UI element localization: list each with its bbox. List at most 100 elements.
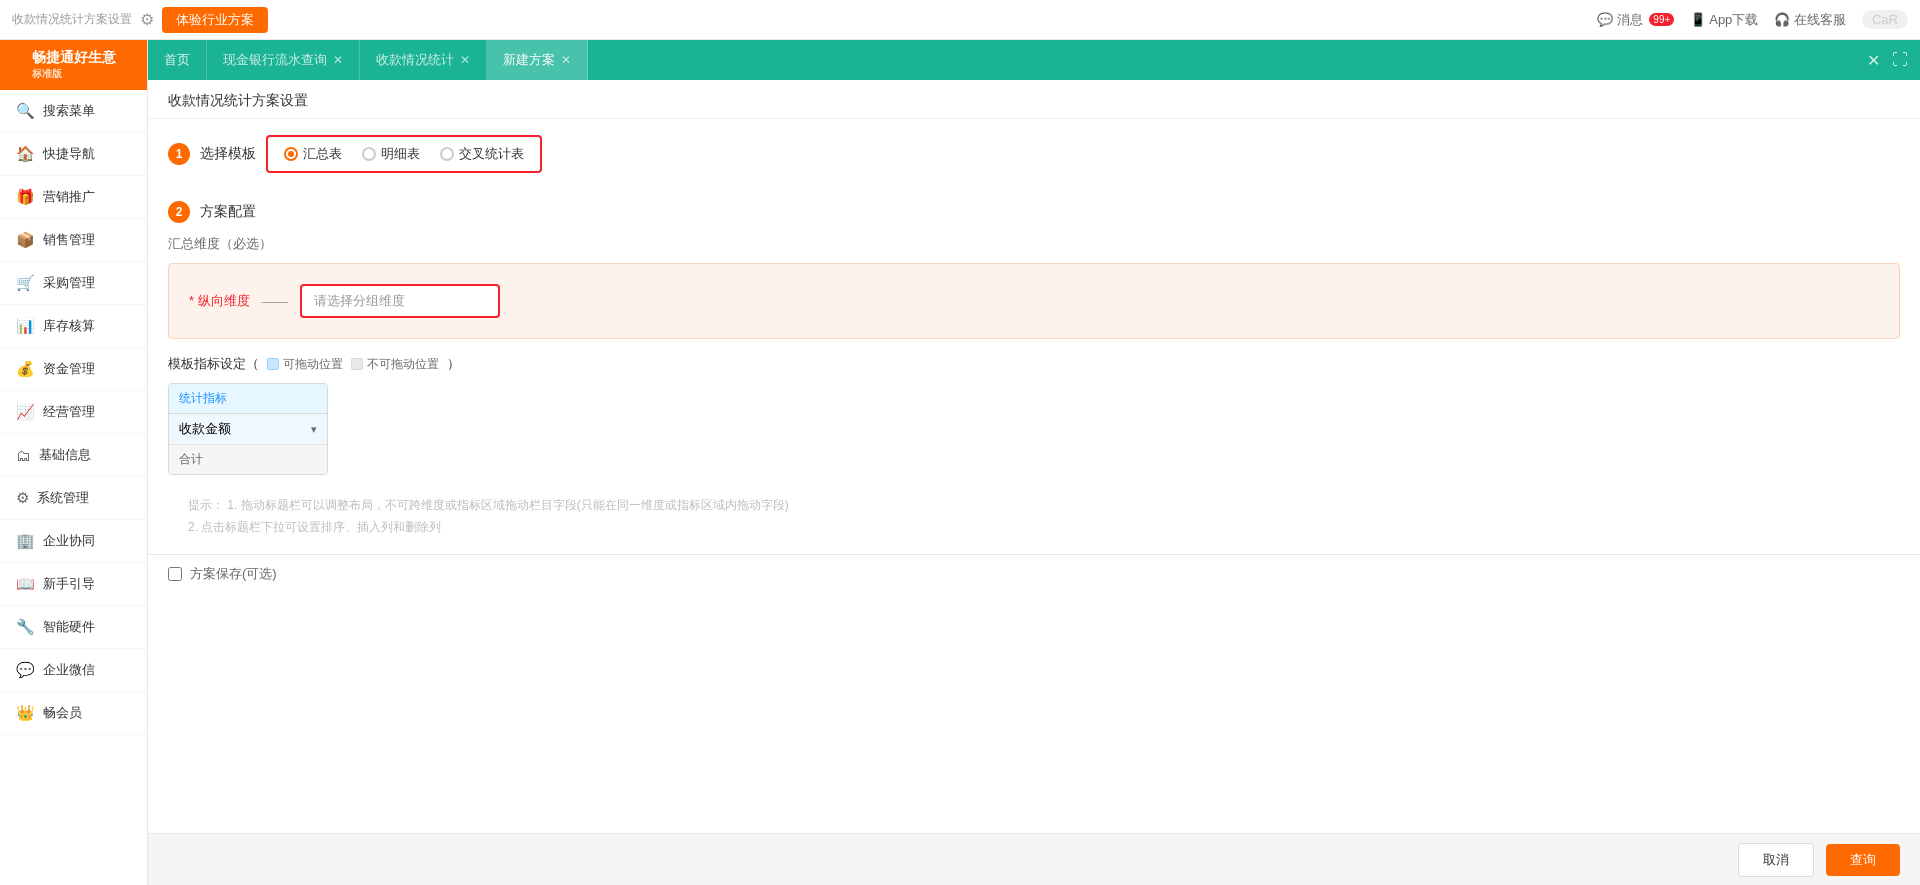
sidebar-item-search[interactable]: 🔍 搜索菜单	[0, 90, 147, 133]
step2-number: 2	[168, 201, 190, 223]
sidebar-item-marketing[interactable]: 🎁 营销推广	[0, 176, 147, 219]
tab-receipt-label: 收款情况统计	[376, 51, 454, 69]
draggable-label: 可拖动位置	[283, 356, 343, 373]
save-checkbox[interactable]	[168, 567, 182, 581]
sidebar-item-wechat[interactable]: 💬 企业微信	[0, 649, 147, 692]
sidebar-label-guide: 新手引导	[43, 575, 95, 593]
tab-newplan[interactable]: 新建方案 ✕	[487, 40, 588, 80]
chevron-down-icon[interactable]: ▾	[311, 423, 317, 436]
finance-icon: 💰	[16, 360, 35, 378]
trial-button[interactable]: 体验行业方案	[162, 7, 268, 33]
metrics-label-text: 模板指标设定（	[168, 355, 259, 373]
sidebar-label-nav: 快捷导航	[43, 145, 95, 163]
option-cross[interactable]: 交叉统计表	[440, 145, 524, 163]
sidebar-label-sales: 销售管理	[43, 231, 95, 249]
sidebar-item-basic[interactable]: 🗂 基础信息	[0, 434, 147, 477]
metrics-sub-row: 合计	[169, 444, 327, 474]
app-name: 畅捷通好生意	[32, 49, 116, 67]
non-draggable-label: 不可拖动位置	[367, 356, 439, 373]
inventory-icon: 📊	[16, 317, 35, 335]
sidebar-item-purchase[interactable]: 🛒 采购管理	[0, 262, 147, 305]
sidebar-item-nav[interactable]: 🏠 快捷导航	[0, 133, 147, 176]
save-label: 方案保存(可选)	[190, 565, 277, 583]
service-area[interactable]: 🎧 在线客服	[1774, 11, 1846, 29]
metrics-table-header: 统计指标	[169, 384, 327, 413]
tab-receipt-close[interactable]: ✕	[460, 53, 470, 67]
metrics-table: 统计指标 收款金额 ▾ 合计	[168, 383, 328, 475]
sidebar-item-sales[interactable]: 📦 销售管理	[0, 219, 147, 262]
operation-icon: 📈	[16, 403, 35, 421]
tab-cashflow[interactable]: 现金银行流水查询 ✕	[207, 40, 360, 80]
sidebar-item-hardware[interactable]: 🔧 智能硬件	[0, 606, 147, 649]
download-label: App下载	[1709, 12, 1758, 27]
sidebar-label-member: 畅会员	[43, 704, 82, 722]
gift-icon: 🎁	[16, 188, 35, 206]
radio-detail[interactable]	[362, 147, 376, 161]
option-detail-label: 明细表	[381, 145, 420, 163]
content-area: 首页 现金银行流水查询 ✕ 收款情况统计 ✕ 新建方案 ✕ ✕ ⛶	[148, 40, 1920, 885]
sidebar-item-inventory[interactable]: 📊 库存核算	[0, 305, 147, 348]
option-summary-label: 汇总表	[303, 145, 342, 163]
sidebar-item-system[interactable]: ⚙ 系统管理	[0, 477, 147, 520]
home-icon: 🏠	[16, 145, 35, 163]
step2-section: 2 方案配置 汇总维度（必选） 纵向维度 请选择分组维度	[148, 201, 1920, 554]
option-detail[interactable]: 明细表	[362, 145, 420, 163]
step2-title: 方案配置	[200, 203, 256, 221]
settings-icon[interactable]: ⚙	[140, 10, 154, 29]
tab-home[interactable]: 首页	[148, 40, 207, 80]
tips-section: 提示： 1. 拖动标题栏可以调整布局，不可跨维度或指标区域拖动栏目字段(只能在同…	[168, 495, 1900, 538]
tab-home-label: 首页	[164, 51, 190, 69]
service-label: 在线客服	[1794, 12, 1846, 27]
sidebar-item-finance[interactable]: 💰 资金管理	[0, 348, 147, 391]
sidebar-label-operation: 经营管理	[43, 403, 95, 421]
sidebar-item-member[interactable]: 👑 畅会员	[0, 692, 147, 735]
page-title: 收款情况统计方案设置	[148, 80, 1920, 119]
tip-2: 2. 点击标题栏下拉可设置排序、插入列和删除列	[188, 517, 1880, 539]
sidebar-label-search: 搜索菜单	[43, 102, 95, 120]
breadcrumb-text: 收款情况统计方案设置	[12, 11, 132, 28]
sidebar-logo: 畅捷通好生意 标准版	[0, 40, 147, 90]
dimension-select[interactable]: 请选择分组维度	[300, 284, 500, 318]
message-label: 消息	[1617, 11, 1643, 29]
radio-cross[interactable]	[440, 147, 454, 161]
query-button[interactable]: 查询	[1826, 844, 1900, 876]
main-layout: 畅捷通好生意 标准版 🔍 搜索菜单 🏠 快捷导航 🎁 营销推广 📦 销售管理 🛒…	[0, 40, 1920, 885]
sales-icon: 📦	[16, 231, 35, 249]
draggable-dot	[267, 358, 279, 370]
tab-cashflow-close[interactable]: ✕	[333, 53, 343, 67]
step1-header: 1 选择模板 汇总表 明细表	[168, 135, 1900, 173]
sidebar-label-inventory: 库存核算	[43, 317, 95, 335]
dimension-row: 纵向维度 请选择分组维度	[189, 284, 1879, 318]
enterprise-icon: 🏢	[16, 532, 35, 550]
sidebar-item-enterprise[interactable]: 🏢 企业协同	[0, 520, 147, 563]
search-icon: 🔍	[16, 102, 35, 120]
step1-section: 1 选择模板 汇总表 明细表	[148, 119, 1920, 201]
message-icon: 💬	[1597, 12, 1613, 27]
app-version: 标准版	[32, 67, 116, 81]
tab-newplan-label: 新建方案	[503, 51, 555, 69]
metrics-table-row[interactable]: 收款金额 ▾	[169, 413, 327, 444]
tab-receipt[interactable]: 收款情况统计 ✕	[360, 40, 487, 80]
page-footer: 方案保存(可选)	[148, 554, 1920, 593]
tab-expand-icon[interactable]: ⛶	[1892, 51, 1908, 69]
cancel-button[interactable]: 取消	[1738, 843, 1814, 877]
purchase-icon: 🛒	[16, 274, 35, 292]
arrow-line	[262, 294, 288, 309]
user-avatar[interactable]: CaR	[1862, 10, 1908, 29]
template-options: 汇总表 明细表 交叉统计表	[266, 135, 542, 173]
sidebar-label-basic: 基础信息	[39, 446, 91, 464]
tab-newplan-close[interactable]: ✕	[561, 53, 571, 67]
header-left: 收款情况统计方案设置 ⚙ 体验行业方案	[12, 7, 268, 33]
sidebar-item-guide[interactable]: 📖 新手引导	[0, 563, 147, 606]
metrics-sub-label: 合计	[179, 452, 203, 466]
tab-close-all-icon[interactable]: ✕	[1867, 51, 1880, 70]
download-icon: 📱	[1690, 12, 1706, 27]
message-area[interactable]: 💬 消息 99+	[1597, 11, 1674, 29]
download-area[interactable]: 📱 App下载	[1690, 11, 1758, 29]
sidebar-item-operation[interactable]: 📈 经营管理	[0, 391, 147, 434]
option-summary[interactable]: 汇总表	[284, 145, 342, 163]
tab-bar: 首页 现金银行流水查询 ✕ 收款情况统计 ✕ 新建方案 ✕ ✕ ⛶	[148, 40, 1920, 80]
tab-bar-actions: ✕ ⛶	[1867, 40, 1920, 80]
radio-summary[interactable]	[284, 147, 298, 161]
metrics-closing-paren: ）	[447, 355, 460, 373]
